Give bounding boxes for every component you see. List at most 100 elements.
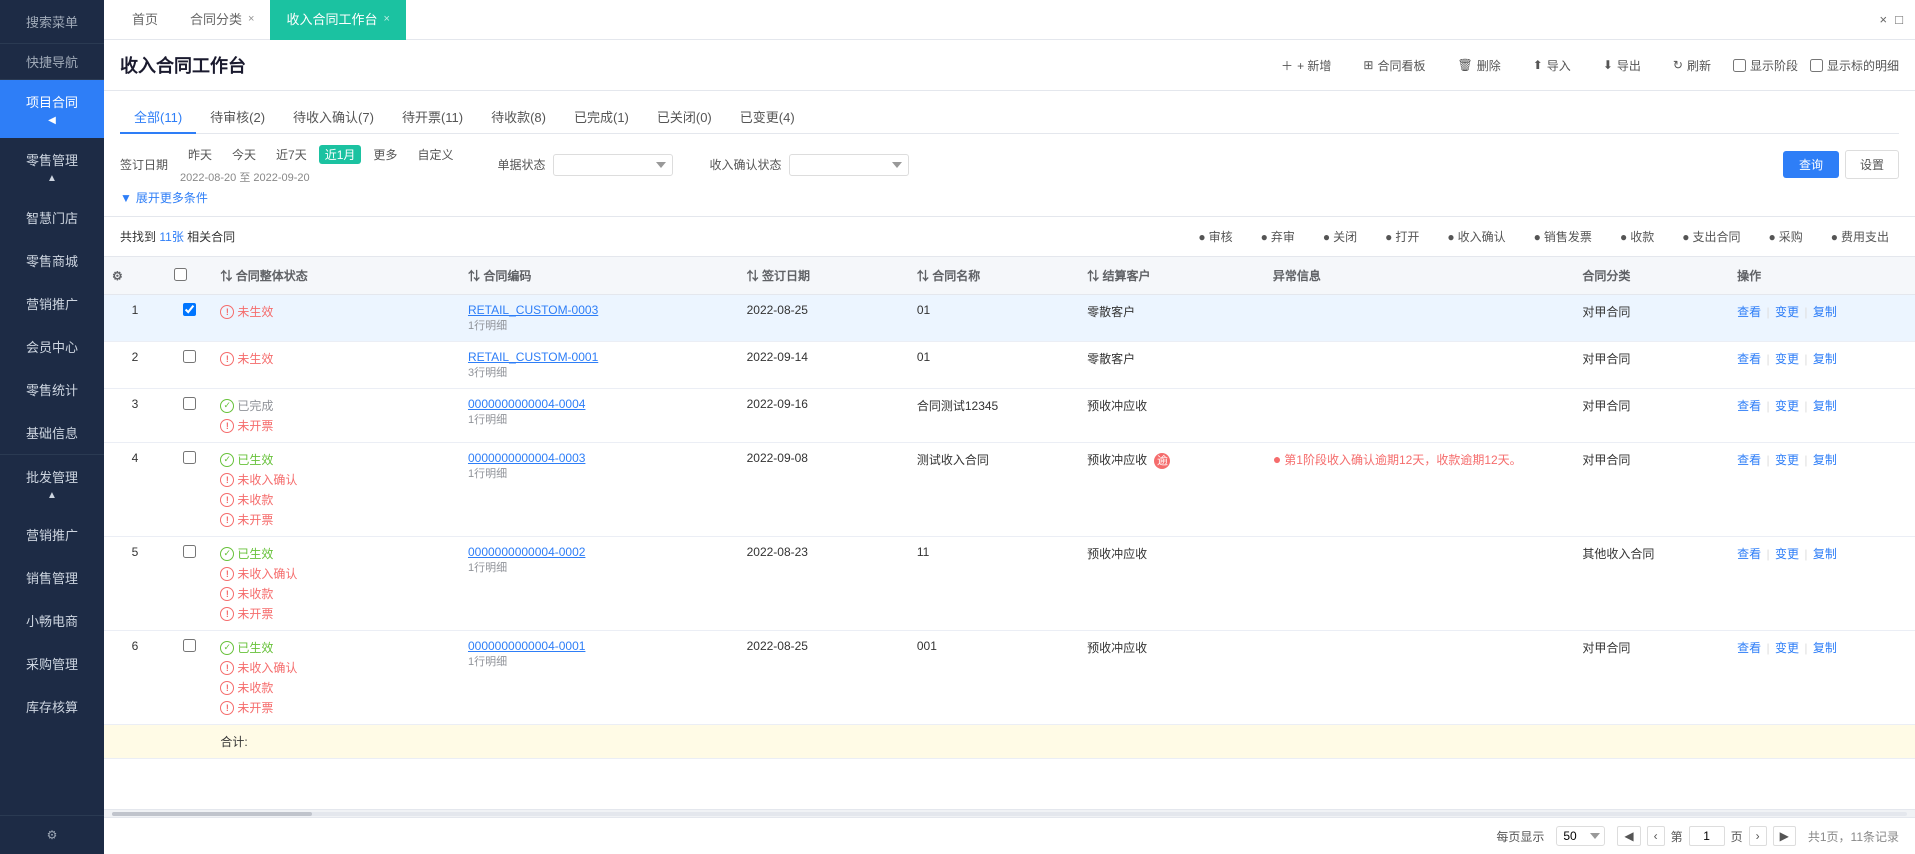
copy-btn[interactable]: 复制	[1813, 352, 1837, 366]
date-btn-custom[interactable]: 自定义	[409, 144, 461, 165]
delete-btn[interactable]: 🗑 删除	[1447, 53, 1510, 78]
row-checkbox[interactable]	[183, 639, 196, 652]
sidebar-item-retail-mall[interactable]: 零售商城	[0, 239, 104, 282]
show-stage-checkbox[interactable]	[1733, 59, 1746, 72]
edit-btn[interactable]: 变更	[1775, 305, 1799, 319]
row-checkbox-cell[interactable]	[166, 342, 212, 389]
tab-income-workbench[interactable]: 收入合同工作台 ×	[270, 0, 405, 40]
row-checkbox-cell[interactable]	[166, 295, 212, 342]
view-btn[interactable]: 查看	[1737, 547, 1761, 561]
edit-btn[interactable]: 变更	[1775, 453, 1799, 467]
row-checkbox[interactable]	[183, 303, 196, 316]
contract-code-link[interactable]: 0000000000004-0003	[468, 451, 585, 465]
action-abandon-btn[interactable]: ● 弃审	[1251, 225, 1305, 248]
tab-close-active-icon[interactable]: ×	[383, 13, 389, 25]
row-checkbox-cell[interactable]	[166, 537, 212, 631]
show-detail-checkbox-group[interactable]: 显示标的明细	[1810, 57, 1899, 74]
action-expense-btn[interactable]: ● 费用支出	[1821, 225, 1899, 248]
action-income-confirm-btn[interactable]: ● 收入确认	[1437, 225, 1515, 248]
copy-btn[interactable]: 复制	[1813, 399, 1837, 413]
status-tab-pending-review[interactable]: 待审核(2)	[196, 101, 279, 134]
status-tab-changed[interactable]: 已变更(4)	[726, 101, 809, 134]
tab-close-icon[interactable]: ×	[248, 13, 254, 25]
date-btn-7days[interactable]: 近7天	[268, 144, 315, 165]
query-btn[interactable]: 查询	[1783, 151, 1839, 178]
new-btn[interactable]: ＋ + 新增	[1271, 53, 1341, 78]
confirm-status-select[interactable]	[789, 154, 909, 176]
sidebar-item-smart-store[interactable]: 智慧门店	[0, 196, 104, 239]
last-page-btn[interactable]: ▶	[1773, 826, 1796, 846]
show-stage-checkbox-group[interactable]: 显示阶段	[1733, 57, 1798, 74]
sidebar-item-purchase-mgmt[interactable]: 采购管理	[0, 642, 104, 685]
sidebar-item-marketing2[interactable]: 营销推广	[0, 513, 104, 556]
th-checkbox[interactable]	[166, 257, 212, 295]
status-tab-all[interactable]: 全部(11)	[120, 101, 196, 134]
status-tab-pending-payment[interactable]: 待收款(8)	[477, 101, 560, 134]
tab-home[interactable]: 首页	[116, 0, 174, 40]
refresh-btn[interactable]: ↻ 刷新	[1663, 53, 1721, 78]
tab-contract-category[interactable]: 合同分类 ×	[174, 0, 270, 40]
date-btn-yesterday[interactable]: 昨天	[180, 144, 220, 165]
row-checkbox[interactable]	[183, 451, 196, 464]
action-collect-btn[interactable]: ● 收款	[1610, 225, 1664, 248]
first-page-btn[interactable]: ◀	[1617, 826, 1640, 846]
copy-btn[interactable]: 复制	[1813, 305, 1837, 319]
sidebar-quick-nav[interactable]: 快捷导航	[0, 44, 104, 80]
contract-code-link[interactable]: 0000000000004-0001	[468, 639, 585, 653]
view-btn[interactable]: 查看	[1737, 305, 1761, 319]
view-btn[interactable]: 查看	[1737, 352, 1761, 366]
action-sales-invoice-btn[interactable]: ● 销售发票	[1524, 225, 1602, 248]
sidebar-item-member[interactable]: 会员中心	[0, 325, 104, 368]
date-btn-today[interactable]: 今天	[224, 144, 264, 165]
kanban-btn[interactable]: ⊞ 合同看板	[1353, 53, 1435, 78]
sidebar-item-inventory[interactable]: 库存核算	[0, 685, 104, 728]
table-scroll-bar[interactable]	[104, 809, 1915, 817]
th-name-sort-icon[interactable]: ⇅	[917, 269, 929, 283]
show-detail-checkbox[interactable]	[1810, 59, 1823, 72]
sidebar-item-xiaochangec[interactable]: 小畅电商	[0, 599, 104, 642]
edit-btn[interactable]: 变更	[1775, 352, 1799, 366]
sidebar-search[interactable]: 搜索菜单	[0, 0, 104, 44]
th-overall-status-sort-icon[interactable]: ⇅	[220, 269, 232, 283]
voucher-status-select[interactable]	[553, 154, 673, 176]
page-input[interactable]	[1689, 826, 1725, 846]
page-size-select[interactable]: 50 10 20 100	[1556, 826, 1605, 846]
view-btn[interactable]: 查看	[1737, 399, 1761, 413]
action-purchase-btn[interactable]: ● 采购	[1758, 225, 1812, 248]
row-checkbox-cell[interactable]	[166, 389, 212, 443]
date-btn-more[interactable]: 更多	[365, 144, 405, 165]
row-checkbox-cell[interactable]	[166, 631, 212, 725]
sidebar-item-marketing1[interactable]: 营销推广	[0, 282, 104, 325]
sidebar-settings-btn[interactable]: ⚙	[0, 815, 104, 854]
sidebar-item-base-info[interactable]: 基础信息	[0, 411, 104, 454]
copy-btn[interactable]: 复制	[1813, 547, 1837, 561]
action-expense-contract-btn[interactable]: ● 支出合同	[1672, 225, 1750, 248]
next-page-btn[interactable]: ›	[1749, 826, 1767, 846]
status-tab-pending-confirm[interactable]: 待收入确认(7)	[279, 101, 388, 134]
select-all-checkbox[interactable]	[174, 268, 187, 281]
action-close-btn[interactable]: ● 关闭	[1313, 225, 1367, 248]
window-close-icon[interactable]: ×	[1880, 12, 1888, 27]
sidebar-item-project[interactable]: 项目合同 ◀	[0, 80, 104, 138]
import-btn[interactable]: ⬆ 导入	[1523, 53, 1581, 78]
action-review-btn[interactable]: ● 审核	[1188, 225, 1242, 248]
sidebar-item-sales-mgmt[interactable]: 销售管理	[0, 556, 104, 599]
setting-btn[interactable]: 设置	[1845, 150, 1899, 179]
status-tab-pending-invoice[interactable]: 待开票(11)	[388, 101, 477, 134]
expand-more-btn[interactable]: ▼ 展开更多条件	[120, 189, 1899, 206]
status-tab-closed[interactable]: 已关闭(0)	[643, 101, 726, 134]
row-checkbox-cell[interactable]	[166, 443, 212, 537]
contract-code-link[interactable]: 0000000000004-0002	[468, 545, 585, 559]
status-tab-completed[interactable]: 已完成(1)	[560, 101, 643, 134]
date-btn-1month[interactable]: 近1月	[319, 145, 362, 164]
edit-btn[interactable]: 变更	[1775, 641, 1799, 655]
scroll-thumb[interactable]	[112, 812, 312, 816]
sidebar-item-retail-stat[interactable]: 零售统计	[0, 368, 104, 411]
row-checkbox[interactable]	[183, 397, 196, 410]
sidebar-item-retail-mgmt[interactable]: 零售管理 ▲	[0, 138, 104, 196]
contract-code-link[interactable]: RETAIL_CUSTOM-0001	[468, 350, 598, 364]
edit-btn[interactable]: 变更	[1775, 547, 1799, 561]
th-customer-sort-icon[interactable]: ⇅	[1087, 269, 1099, 283]
row-checkbox[interactable]	[183, 545, 196, 558]
view-btn[interactable]: 查看	[1737, 453, 1761, 467]
